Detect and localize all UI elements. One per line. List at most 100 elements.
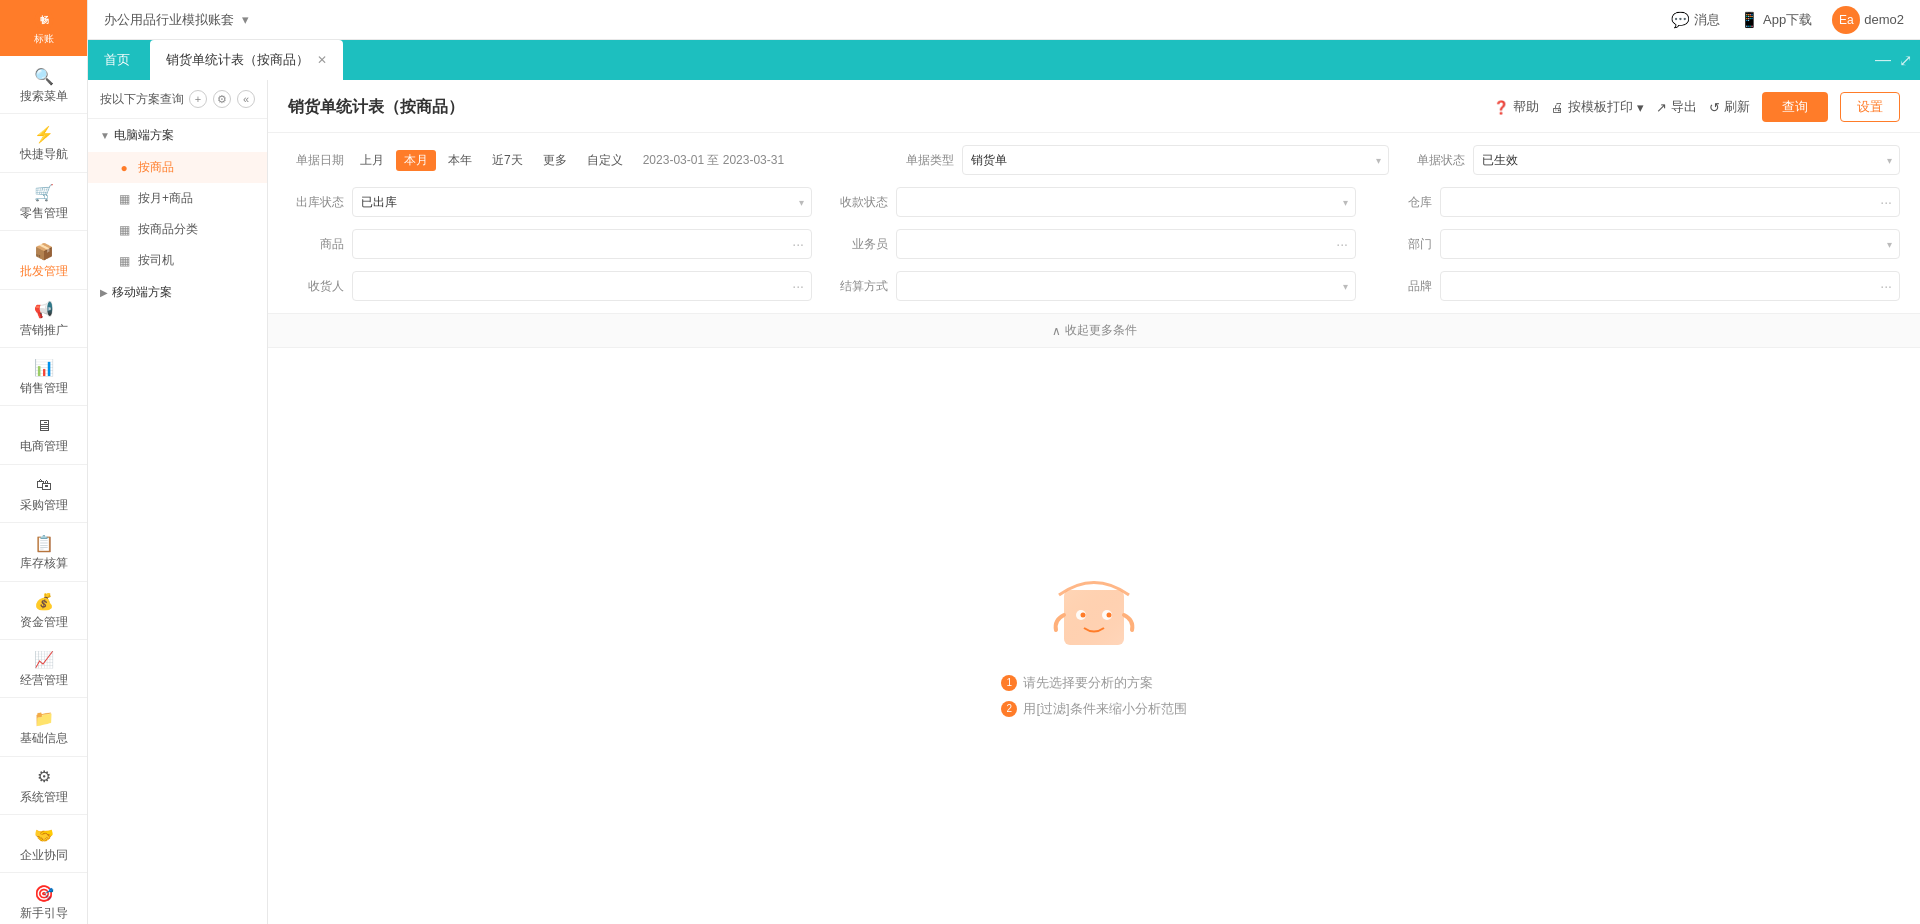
sidebar-item-label-sales: 销售管理 — [20, 381, 68, 395]
sidebar-item-label-search: 搜索菜单 — [20, 89, 68, 103]
scheme-item-by-cashier[interactable]: ▦ 按司机 — [88, 245, 267, 276]
tab-minimize-btn[interactable]: — — [1875, 51, 1891, 69]
sidebar-item-system[interactable]: ⚙ 系统管理 — [0, 757, 87, 815]
export-label: 导出 — [1671, 98, 1697, 116]
out-status-select[interactable]: 已出库 — [352, 187, 812, 217]
app-download-icon: 📱 — [1740, 11, 1759, 29]
scheme-item-by-goods-category[interactable]: ▦ 按商品分类 — [88, 214, 267, 245]
scheme-collapse-btn[interactable]: « — [237, 90, 255, 108]
sidebar-item-finance[interactable]: 💰 资金管理 — [0, 582, 87, 640]
print-btn[interactable]: 🖨 按模板打印 ▾ — [1551, 98, 1644, 116]
tab-maximize-btn[interactable]: ⤢ — [1899, 51, 1912, 70]
by-cashier-icon: ▦ — [116, 253, 132, 269]
tip-text-2: 用[过滤]条件来缩小分析范围 — [1023, 696, 1186, 722]
date-options: 上月 本月 本年 近7天 更多 自定义 2023-03-01 至 2023-03… — [352, 150, 878, 171]
consignee-wrapper: ··· — [352, 271, 812, 301]
sidebar-item-purchase[interactable]: 🛍 采购管理 — [0, 465, 87, 523]
scheme-add-btn[interactable]: + — [189, 90, 207, 108]
sidebar-item-quicknav[interactable]: ⚡ 快捷导航 — [0, 114, 87, 172]
date-opt-last-month[interactable]: 上月 — [352, 150, 392, 171]
scheme-section-mobile: ▶ 移动端方案 — [88, 276, 267, 309]
receipt-status-select[interactable] — [896, 187, 1356, 217]
doc-type-wrapper: 销货单 ▾ — [962, 145, 1389, 175]
doc-status-select[interactable]: 已生效 — [1473, 145, 1900, 175]
scheme-section-mobile-label: 移动端方案 — [112, 284, 172, 301]
scheme-settings-btn[interactable]: ⚙ — [213, 90, 231, 108]
help-btn[interactable]: ❓ 帮助 — [1493, 98, 1539, 116]
sidebar-item-label-marketing: 营销推广 — [20, 323, 68, 337]
brand-select[interactable] — [1440, 271, 1900, 301]
sidebar-item-label-ecommerce: 电商管理 — [20, 439, 68, 453]
sidebar-item-label-quicknav: 快捷导航 — [20, 147, 68, 161]
settings-button[interactable]: 设置 — [1840, 92, 1900, 122]
export-btn[interactable]: ↗ 导出 — [1656, 98, 1697, 116]
retail-icon: 🛒 — [34, 183, 54, 203]
warehouse-select[interactable] — [1440, 187, 1900, 217]
dept-select[interactable] — [1440, 229, 1900, 259]
collapse-arrow-icon: ∧ — [1052, 324, 1061, 338]
page-content: 按以下方案查询 + ⚙ « ▼ 电脑端方案 ● 按商品 ▦ — [88, 80, 1920, 924]
date-opt-custom[interactable]: 自定义 — [579, 150, 631, 171]
goods-label: 商品 — [288, 236, 344, 253]
warehouse-wrapper: ··· — [1440, 187, 1900, 217]
logo-text: 标账 — [34, 32, 54, 46]
dept-label: 部门 — [1376, 236, 1432, 253]
sidebar-item-operation[interactable]: 📈 经营管理 — [0, 640, 87, 698]
sidebar-item-inventory[interactable]: 📋 库存核算 — [0, 523, 87, 581]
sidebar-item-wholesale[interactable]: 📦 批发管理 — [0, 231, 87, 289]
sidebar-item-newguide[interactable]: 🎯 新手引导 — [0, 873, 87, 924]
export-icon: ↗ — [1656, 100, 1667, 115]
payment-select[interactable] — [896, 271, 1356, 301]
sidebar-item-enterprise[interactable]: 🤝 企业协同 — [0, 815, 87, 873]
sidebar-item-marketing[interactable]: 📢 营销推广 — [0, 290, 87, 348]
consignee-select[interactable] — [352, 271, 812, 301]
company-dropdown-icon[interactable]: ▾ — [242, 12, 249, 27]
query-button[interactable]: 查询 — [1762, 92, 1828, 122]
sidebar-item-ecommerce[interactable]: 🖥 电商管理 — [0, 406, 87, 464]
tab-close-btn[interactable]: ✕ — [317, 53, 327, 67]
scheme-item-by-goods-label: 按商品 — [138, 159, 174, 176]
scheme-item-by-goods[interactable]: ● 按商品 — [88, 152, 267, 183]
print-icon: 🖨 — [1551, 100, 1564, 115]
scheme-section-mobile-header[interactable]: ▶ 移动端方案 — [88, 276, 267, 309]
refresh-btn[interactable]: ↺ 刷新 — [1709, 98, 1750, 116]
user-profile-btn[interactable]: Ea demo2 — [1832, 6, 1904, 34]
tab-home[interactable]: 首页 — [88, 40, 146, 80]
svg-point-6 — [1107, 613, 1112, 618]
sidebar-item-search[interactable]: 🔍 搜索菜单 — [0, 56, 87, 114]
by-goods-icon: ● — [116, 160, 132, 176]
doc-type-select[interactable]: 销货单 — [962, 145, 1389, 175]
warehouse-label: 仓库 — [1376, 194, 1432, 211]
goods-select[interactable] — [352, 229, 812, 259]
search-icon: 🔍 — [34, 66, 54, 86]
date-opt-this-year[interactable]: 本年 — [440, 150, 480, 171]
svg-rect-2 — [1064, 590, 1124, 645]
sidebar-item-basic[interactable]: 📁 基础信息 — [0, 698, 87, 756]
message-label: 消息 — [1694, 11, 1720, 29]
receipt-status-wrapper: ▾ — [896, 187, 1356, 217]
out-status-wrapper: 已出库 ▾ — [352, 187, 812, 217]
scheme-panel: 按以下方案查询 + ⚙ « ▼ 电脑端方案 ● 按商品 ▦ — [88, 80, 268, 924]
svg-point-5 — [1081, 613, 1086, 618]
query-actions: ❓ 帮助 🖨 按模板打印 ▾ ↗ 导出 ↺ 刷新 — [1493, 92, 1900, 122]
tab-report[interactable]: 销货单统计表（按商品） ✕ — [150, 40, 343, 80]
filter-dept-field: 部门 ▾ — [1376, 229, 1900, 259]
salesperson-select[interactable] — [896, 229, 1356, 259]
filter-brand-field: 品牌 ··· — [1376, 271, 1900, 301]
app-download-btn[interactable]: 📱 App下载 — [1740, 11, 1812, 29]
user-name: demo2 — [1864, 12, 1904, 27]
date-opt-last7days[interactable]: 近7天 — [484, 150, 531, 171]
sidebar-item-label-operation: 经营管理 — [20, 673, 68, 687]
filter-receipt-status-field: 收款状态 ▾ — [832, 187, 1356, 217]
tip-item-2: 2 用[过滤]条件来缩小分析范围 — [1001, 696, 1186, 722]
date-opt-this-month[interactable]: 本月 — [396, 150, 436, 171]
main-area: 办公用品行业模拟账套 ▾ 💬 消息 📱 App下载 Ea demo2 首页 — [88, 0, 1920, 924]
collapse-bar[interactable]: ∧ 收起更多条件 — [268, 314, 1920, 348]
scheme-item-by-month-goods[interactable]: ▦ 按月+商品 — [88, 183, 267, 214]
ecommerce-icon: 🖥 — [34, 416, 54, 436]
message-btn[interactable]: 💬 消息 — [1671, 11, 1720, 29]
sidebar-item-retail[interactable]: 🛒 零售管理 — [0, 173, 87, 231]
scheme-section-desktop-header[interactable]: ▼ 电脑端方案 — [88, 119, 267, 152]
sidebar-item-sales[interactable]: 📊 销售管理 — [0, 348, 87, 406]
date-opt-more[interactable]: 更多 — [535, 150, 575, 171]
